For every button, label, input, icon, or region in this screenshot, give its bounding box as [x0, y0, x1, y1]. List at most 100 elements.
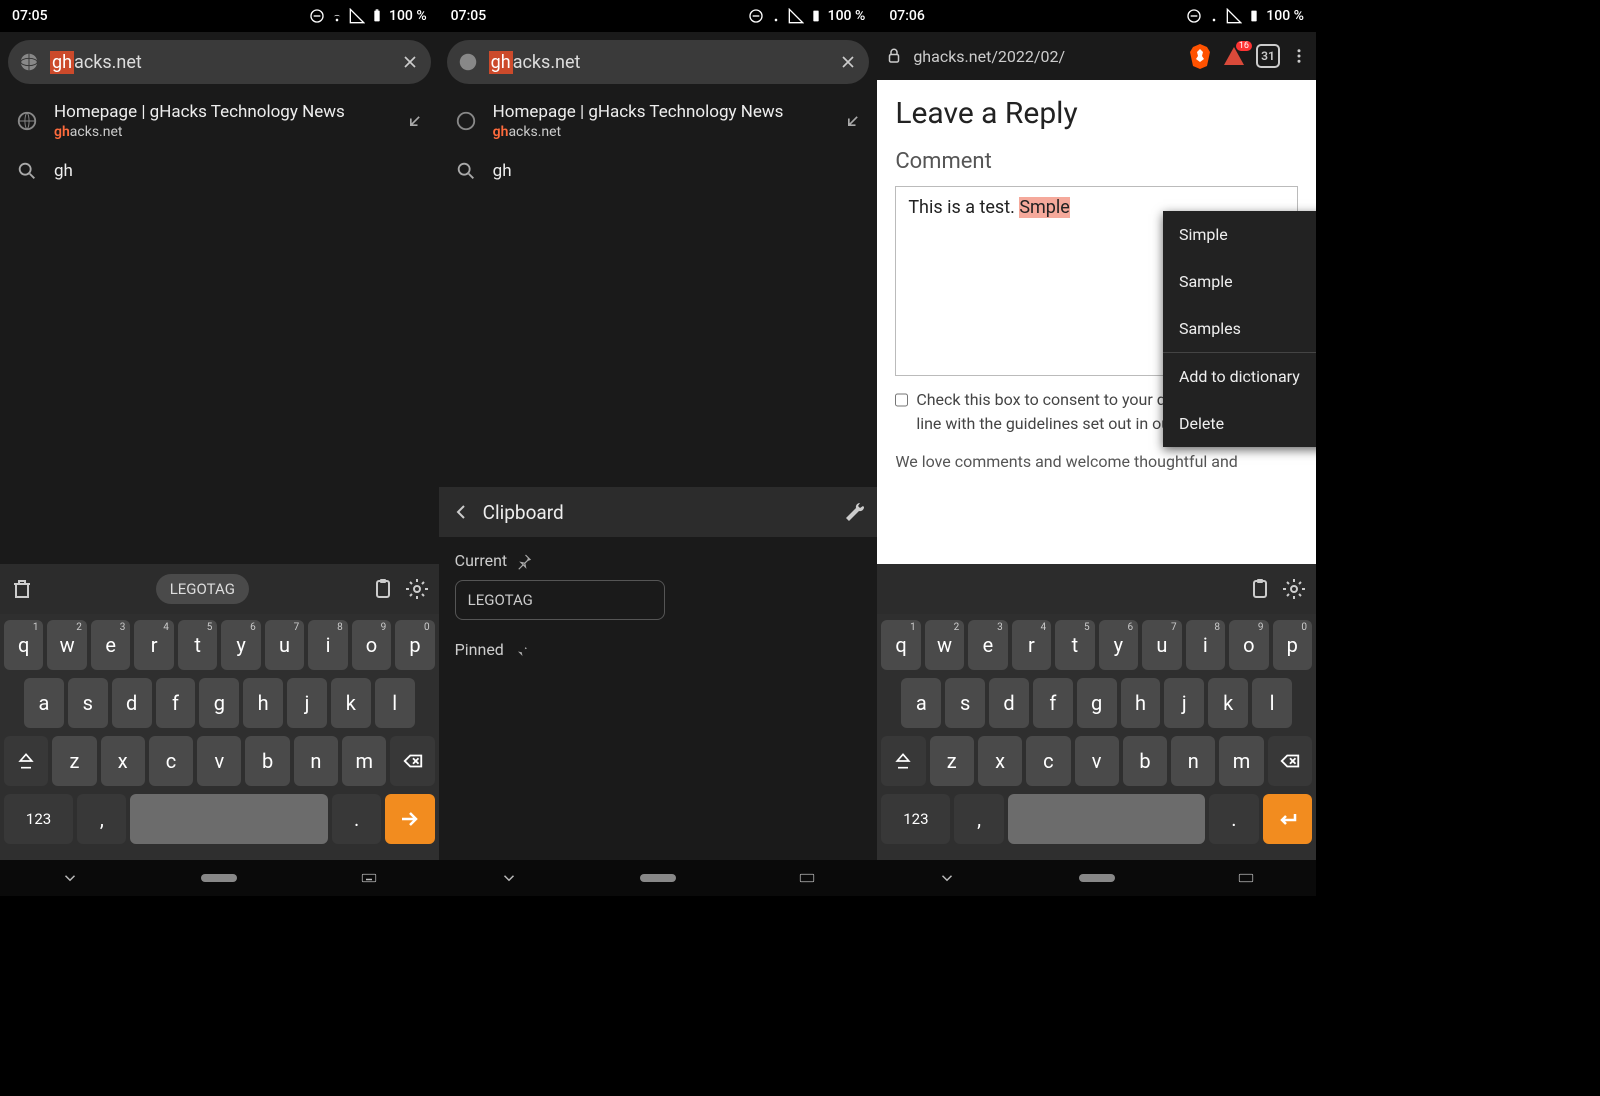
key[interactable]: c — [1026, 736, 1070, 786]
insert-arrow-icon[interactable] — [843, 111, 863, 131]
home-pill[interactable] — [640, 874, 676, 882]
key[interactable]: o9 — [1229, 620, 1268, 670]
key[interactable]: , — [77, 794, 126, 844]
key[interactable]: e3 — [91, 620, 130, 670]
key[interactable]: q1 — [4, 620, 43, 670]
key[interactable]: s — [945, 678, 985, 728]
brave-icon[interactable] — [1188, 43, 1212, 69]
key[interactable]: c — [149, 736, 193, 786]
key[interactable]: t5 — [1055, 620, 1094, 670]
shields-icon[interactable]: 16 — [1222, 45, 1246, 67]
tabs-button[interactable]: 31 — [1256, 44, 1280, 68]
key[interactable]: h — [243, 678, 283, 728]
delete-icon[interactable] — [10, 577, 34, 601]
key[interactable]: l — [375, 678, 415, 728]
key[interactable]: b — [1123, 736, 1167, 786]
spell-suggestion[interactable]: Samples — [1163, 305, 1316, 352]
key[interactable]: r4 — [134, 620, 173, 670]
key[interactable]: d — [112, 678, 152, 728]
gear-icon[interactable] — [405, 577, 429, 601]
key[interactable]: i8 — [308, 620, 347, 670]
chevron-down-icon[interactable] — [61, 869, 79, 887]
key[interactable]: . — [332, 794, 381, 844]
url-text[interactable]: ghacks.net/2022/02/ — [913, 47, 1178, 66]
key[interactable]: f — [1033, 678, 1073, 728]
key[interactable] — [390, 736, 434, 786]
key[interactable] — [881, 736, 925, 786]
key[interactable]: u7 — [265, 620, 304, 670]
key[interactable]: w2 — [925, 620, 964, 670]
key[interactable]: g — [1077, 678, 1117, 728]
key[interactable]: v — [1075, 736, 1119, 786]
key[interactable]: m — [342, 736, 386, 786]
key[interactable]: , — [954, 794, 1003, 844]
key[interactable]: s — [68, 678, 108, 728]
gear-icon[interactable] — [1282, 577, 1306, 601]
delete-word[interactable]: Delete — [1163, 400, 1316, 447]
key[interactable]: o9 — [352, 620, 391, 670]
key[interactable]: m — [1219, 736, 1263, 786]
clear-icon[interactable] — [399, 51, 421, 73]
key[interactable]: y6 — [1099, 620, 1138, 670]
key[interactable]: r4 — [1012, 620, 1051, 670]
key[interactable]: a — [901, 678, 941, 728]
spell-suggestion[interactable]: Simple — [1163, 211, 1316, 258]
key[interactable]: n — [294, 736, 338, 786]
key[interactable]: e3 — [968, 620, 1007, 670]
key[interactable]: z — [930, 736, 974, 786]
key[interactable]: q1 — [881, 620, 920, 670]
key[interactable]: h — [1121, 678, 1161, 728]
keyboard-switch-icon[interactable] — [360, 869, 378, 887]
key[interactable]: f — [156, 678, 196, 728]
key[interactable] — [385, 794, 434, 844]
key[interactable] — [130, 794, 327, 844]
key[interactable]: g — [199, 678, 239, 728]
home-pill[interactable] — [1079, 874, 1115, 882]
key[interactable] — [4, 736, 48, 786]
suggestion-site[interactable]: Homepage | gHacks Technology News ghacks… — [8, 92, 431, 150]
keyboard-switch-icon[interactable] — [1237, 869, 1255, 887]
menu-dots-icon[interactable] — [1290, 47, 1308, 65]
key[interactable]: j — [287, 678, 327, 728]
key[interactable]: p0 — [395, 620, 434, 670]
clear-icon[interactable] — [837, 51, 859, 73]
misspelled-word[interactable]: Smple — [1019, 197, 1070, 218]
comment-textarea[interactable]: This is a test. Smple Simple Sample Samp… — [895, 186, 1298, 376]
key[interactable]: j — [1164, 678, 1204, 728]
suggestion-search[interactable]: gh — [8, 150, 431, 192]
keyboard-switch-icon[interactable] — [798, 869, 816, 887]
key[interactable]: u7 — [1142, 620, 1181, 670]
key[interactable] — [1268, 736, 1312, 786]
clipboard-icon[interactable] — [1248, 577, 1272, 601]
address-bar[interactable]: ghacks.net — [8, 40, 431, 84]
consent-input[interactable] — [895, 392, 908, 408]
key[interactable]: w2 — [47, 620, 86, 670]
spell-suggestion[interactable]: Sample — [1163, 258, 1316, 305]
key[interactable]: a — [24, 678, 64, 728]
key[interactable] — [1263, 794, 1312, 844]
key[interactable]: i8 — [1186, 620, 1225, 670]
key[interactable]: n — [1171, 736, 1215, 786]
key[interactable]: z — [52, 736, 96, 786]
key[interactable]: 123 — [881, 794, 950, 844]
pin-icon[interactable] — [515, 552, 533, 570]
key[interactable]: b — [245, 736, 289, 786]
key[interactable]: k — [331, 678, 371, 728]
key[interactable]: x — [978, 736, 1022, 786]
key[interactable]: 123 — [4, 794, 73, 844]
clipboard-item[interactable]: LEGOTAG — [455, 580, 665, 620]
key[interactable] — [1008, 794, 1205, 844]
key[interactable]: l — [1252, 678, 1292, 728]
chevron-down-icon[interactable] — [938, 869, 956, 887]
key[interactable]: p0 — [1273, 620, 1312, 670]
key[interactable]: t5 — [178, 620, 217, 670]
insert-arrow-icon[interactable] — [405, 111, 425, 131]
clipboard-icon[interactable] — [371, 577, 395, 601]
key[interactable]: . — [1209, 794, 1258, 844]
back-arrow-icon[interactable] — [449, 500, 473, 524]
wrench-icon[interactable] — [843, 500, 867, 524]
chevron-down-icon[interactable] — [500, 869, 518, 887]
home-pill[interactable] — [201, 874, 237, 882]
key[interactable]: k — [1208, 678, 1248, 728]
add-to-dictionary[interactable]: Add to dictionary — [1163, 352, 1316, 400]
